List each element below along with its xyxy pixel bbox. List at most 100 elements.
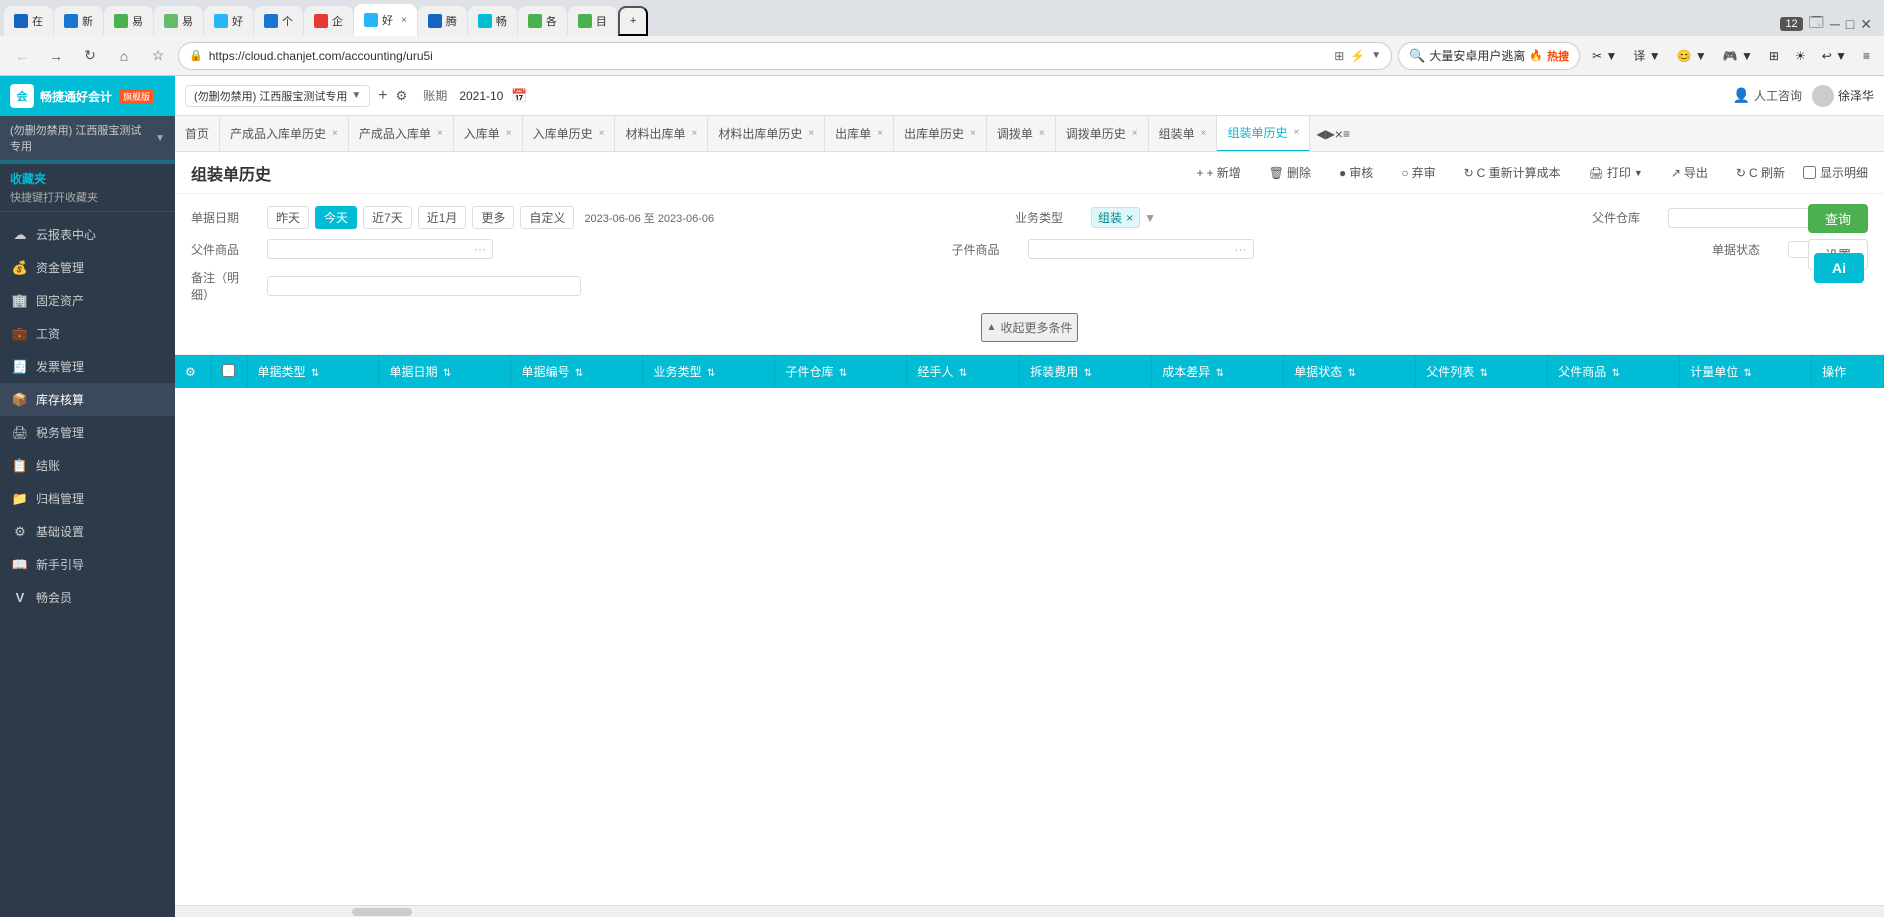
game-btn[interactable]: 🎮 ▼ [1717, 43, 1759, 69]
review-button[interactable]: ● 审核 [1329, 160, 1383, 185]
th-child-warehouse[interactable]: 子件仓库 ⇅ [775, 355, 907, 388]
nav-tab-stock-in-history[interactable]: 入库单历史 × [523, 116, 616, 152]
th-doc-type[interactable]: 单据类型 ⇅ [247, 355, 379, 388]
user-avatar[interactable]: 徐泽华 [1812, 85, 1874, 107]
nav-tab-stock-out-history[interactable]: 出库单历史 × [894, 116, 987, 152]
delete-button[interactable]: 🗑 删除 [1259, 160, 1321, 185]
th-doc-date[interactable]: 单据日期 ⇅ [379, 355, 511, 388]
scrollbar-thumb[interactable] [352, 908, 412, 916]
scissors-btn[interactable]: ✂ ▼ [1586, 43, 1623, 69]
th-parent-product[interactable]: 父件商品 ⇅ [1548, 355, 1680, 388]
export-button[interactable]: ↗ 导出 [1661, 160, 1718, 185]
th-handler[interactable]: 经手人 ⇅ [907, 355, 1020, 388]
sidebar-item-member[interactable]: V 畅会员 [0, 581, 175, 614]
th-unit[interactable]: 计量单位 ⇅ [1680, 355, 1812, 388]
refresh-button[interactable]: ↻ C 刷新 [1726, 160, 1795, 185]
nav-tab-product-in-history[interactable]: 产成品入库单历史 × [220, 116, 349, 152]
nav-tab-close-1[interactable]: × [332, 128, 338, 139]
browser-tab-6[interactable]: 企 [304, 6, 353, 36]
abandon-button[interactable]: ○ 弃审 [1391, 160, 1445, 185]
nav-prev-button[interactable]: ◀ [1316, 127, 1325, 141]
translate-btn[interactable]: 译 ▼ [1627, 43, 1666, 69]
company-selector[interactable]: (勿删勿禁用) 江西服宝测试专用 ▼ [185, 85, 370, 107]
th-settings[interactable]: ⚙ [175, 355, 211, 388]
print-button[interactable]: 🖨 打印 ▼ [1579, 160, 1653, 185]
nav-more-button[interactable]: ≡ [1343, 127, 1350, 141]
remarks-input[interactable] [267, 276, 581, 296]
nav-tab-close-12[interactable]: × [1293, 127, 1299, 138]
forward-button[interactable]: → [42, 42, 70, 70]
maximize-button[interactable]: □ [1846, 16, 1854, 32]
settings-gear-button[interactable]: ⚙ [396, 88, 408, 104]
sidebar-item-invoice[interactable]: 🧾 发票管理 [0, 350, 175, 383]
nav-tab-assembly-history[interactable]: 组装单历史 × [1217, 116, 1310, 152]
date-btn-custom[interactable]: 自定义 [520, 206, 574, 229]
browser-tab-3[interactable]: 易 [154, 6, 203, 36]
browser-tab-9[interactable]: 畅 [468, 6, 517, 36]
nav-tab-close-3[interactable]: × [506, 128, 512, 139]
sidebar-item-payroll[interactable]: 💼 工资 [0, 317, 175, 350]
emoji-btn[interactable]: 😊 ▼ [1671, 43, 1713, 69]
menu-btn[interactable]: ≡ [1857, 43, 1876, 69]
date-btn-yesterday[interactable]: 昨天 [267, 206, 309, 229]
browser-tab-11[interactable]: 目 [568, 6, 617, 36]
parent-product-more[interactable]: ··· [474, 242, 486, 256]
close-button[interactable]: ✕ [1860, 16, 1872, 33]
sun-btn[interactable]: ☀ [1789, 43, 1812, 69]
nav-tab-close-6[interactable]: × [808, 128, 814, 139]
th-cost-diff[interactable]: 成本差异 ⇅ [1152, 355, 1284, 388]
nav-tab-close-8[interactable]: × [970, 128, 976, 139]
home-button[interactable]: ⌂ [110, 42, 138, 70]
business-type-dropdown[interactable]: ▼ [1144, 211, 1156, 225]
sidebar-item-inventory[interactable]: 📦 库存核算 [0, 383, 175, 416]
nav-tab-material-out[interactable]: 材料出库单 × [615, 116, 708, 152]
url-dropdown-icon[interactable]: ▼ [1371, 50, 1381, 61]
new-tab-button[interactable]: + [618, 6, 648, 36]
tab-close-7[interactable]: × [401, 15, 407, 26]
display-toggle-checkbox[interactable] [1803, 166, 1816, 179]
support-area[interactable]: 👤 人工咨询 [1733, 87, 1802, 104]
date-btn-more[interactable]: 更多 [472, 206, 514, 229]
sidebar-item-capital[interactable]: 💰 资金管理 [0, 251, 175, 284]
parent-product-input[interactable]: ··· [267, 239, 493, 259]
browser-tab-1[interactable]: 新 [54, 6, 103, 36]
nav-tab-close-4[interactable]: × [599, 128, 605, 139]
th-doc-number[interactable]: 单据编号 ⇅ [511, 355, 643, 388]
th-business-type[interactable]: 业务类型 ⇅ [643, 355, 775, 388]
scrollbar-track[interactable] [175, 905, 1884, 917]
remarks-field[interactable] [274, 279, 574, 293]
nav-tab-close-7[interactable]: × [877, 128, 883, 139]
sidebar-item-settings[interactable]: ⚙ 基础设置 [0, 515, 175, 548]
sidebar-item-guide[interactable]: 📖 新手引导 [0, 548, 175, 581]
browser-tab-2[interactable]: 易 [104, 6, 153, 36]
th-doc-status[interactable]: 单据状态 ⇅ [1284, 355, 1416, 388]
th-parent-list[interactable]: 父件列表 ⇅ [1416, 355, 1548, 388]
th-checkbox[interactable] [211, 355, 247, 388]
child-product-field[interactable] [1035, 242, 1235, 256]
favorites-sub[interactable]: 快捷键打开收藏夹 [10, 189, 165, 205]
nav-close-button[interactable]: × [1335, 126, 1343, 142]
nav-tab-stock-out[interactable]: 出库单 × [825, 116, 894, 152]
display-toggle-label[interactable]: 显示明细 [1803, 164, 1868, 181]
browser-tab-7[interactable]: 好 × [354, 4, 417, 36]
sidebar-company[interactable]: (勿删勿禁用) 江西服宝测试专用 ▼ [0, 116, 175, 160]
nav-tab-product-in[interactable]: 产成品入库单 × [349, 116, 454, 152]
browser-tab-10[interactable]: 各 [518, 6, 567, 36]
back-button[interactable]: ← [8, 42, 36, 70]
select-all-checkbox[interactable] [222, 364, 235, 377]
browser-tab-5[interactable]: 个 [254, 6, 303, 36]
nav-tab-stock-in[interactable]: 入库单 × [454, 116, 523, 152]
business-type-tag-close[interactable]: × [1126, 211, 1133, 225]
date-btn-1month[interactable]: 近1月 [418, 206, 467, 229]
nav-tab-transfer-history[interactable]: 调拨单历史 × [1056, 116, 1149, 152]
nav-tab-home[interactable]: 首页 [175, 116, 220, 152]
sidebar-item-cloud-report[interactable]: ☁ 云报表中心 [0, 218, 175, 251]
sidebar-item-archive[interactable]: 📁 归档管理 [0, 482, 175, 515]
nav-tab-material-out-history[interactable]: 材料出库单历史 × [708, 116, 825, 152]
nav-tab-close-9[interactable]: × [1039, 128, 1045, 139]
browser-tab-0[interactable]: 在 [4, 6, 53, 36]
child-product-more[interactable]: ··· [1235, 242, 1247, 256]
calendar-button[interactable]: 📅 [511, 88, 527, 104]
refresh-button[interactable]: ↻ [76, 42, 104, 70]
url-bar[interactable]: 🔒 https://cloud.chanjet.com/accounting/u… [178, 42, 1392, 70]
